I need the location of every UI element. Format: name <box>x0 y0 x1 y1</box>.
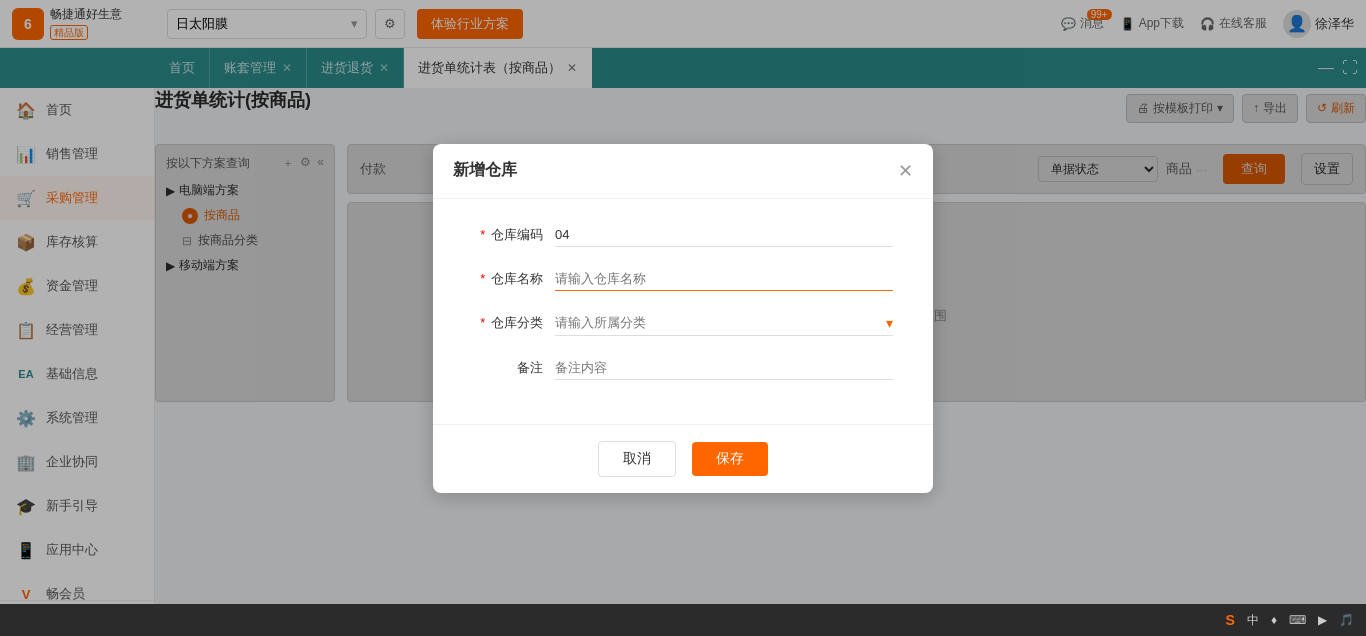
form-row-code: * 仓库编码 <box>473 223 893 247</box>
save-button[interactable]: 保存 <box>692 442 768 476</box>
modal-close-button[interactable]: ✕ <box>898 160 913 182</box>
warehouse-category-input[interactable] <box>555 315 886 330</box>
main-layout: 🏠 首页 📊 销售管理 🛒 采购管理 📦 库存核算 💰 资金管理 📋 经营管理 … <box>0 88 1366 636</box>
status-bar: S 中 ♦ ⌨ ▶ 🎵 <box>0 604 1366 636</box>
status-logo: S <box>1226 612 1235 628</box>
modal-overlay: 新增仓库 ✕ * 仓库编码 * <box>155 88 1366 636</box>
modal-title: 新增仓库 <box>453 160 517 181</box>
modal-header: 新增仓库 ✕ <box>433 144 933 199</box>
notes-input[interactable] <box>555 356 893 380</box>
cancel-button[interactable]: 取消 <box>598 441 676 477</box>
modal-footer: 取消 保存 <box>433 424 933 493</box>
form-row-category: * 仓库分类 ▾ <box>473 311 893 336</box>
warehouse-name-input[interactable] <box>555 267 893 291</box>
form-row-name: * 仓库名称 <box>473 267 893 291</box>
warehouse-category-label: * 仓库分类 <box>473 314 543 332</box>
status-music-icon[interactable]: 🎵 <box>1339 613 1354 627</box>
notes-label: 备注 <box>473 359 543 377</box>
content-area: 进货单统计(按商品) 🖨 按模板打印 ▾ ↑ 导出 ↺ 刷新 <box>155 88 1366 636</box>
warehouse-code-label: * 仓库编码 <box>473 226 543 244</box>
warehouse-code-input[interactable] <box>555 223 893 247</box>
status-play-icon[interactable]: ▶ <box>1318 613 1327 627</box>
status-dot-icon: ♦ <box>1271 613 1277 627</box>
add-warehouse-modal: 新增仓库 ✕ * 仓库编码 * <box>433 144 933 493</box>
required-star: * <box>480 227 485 242</box>
modal-body: * 仓库编码 * 仓库名称 <box>433 199 933 424</box>
form-row-notes: 备注 <box>473 356 893 380</box>
warehouse-name-label: * 仓库名称 <box>473 270 543 288</box>
status-lang[interactable]: 中 <box>1247 612 1259 629</box>
status-keyboard-icon[interactable]: ⌨ <box>1289 613 1306 627</box>
required-star-name: * <box>480 271 485 286</box>
warehouse-category-wrapper[interactable]: ▾ <box>555 311 893 336</box>
required-star-category: * <box>480 315 485 330</box>
category-dropdown-icon: ▾ <box>886 315 893 331</box>
